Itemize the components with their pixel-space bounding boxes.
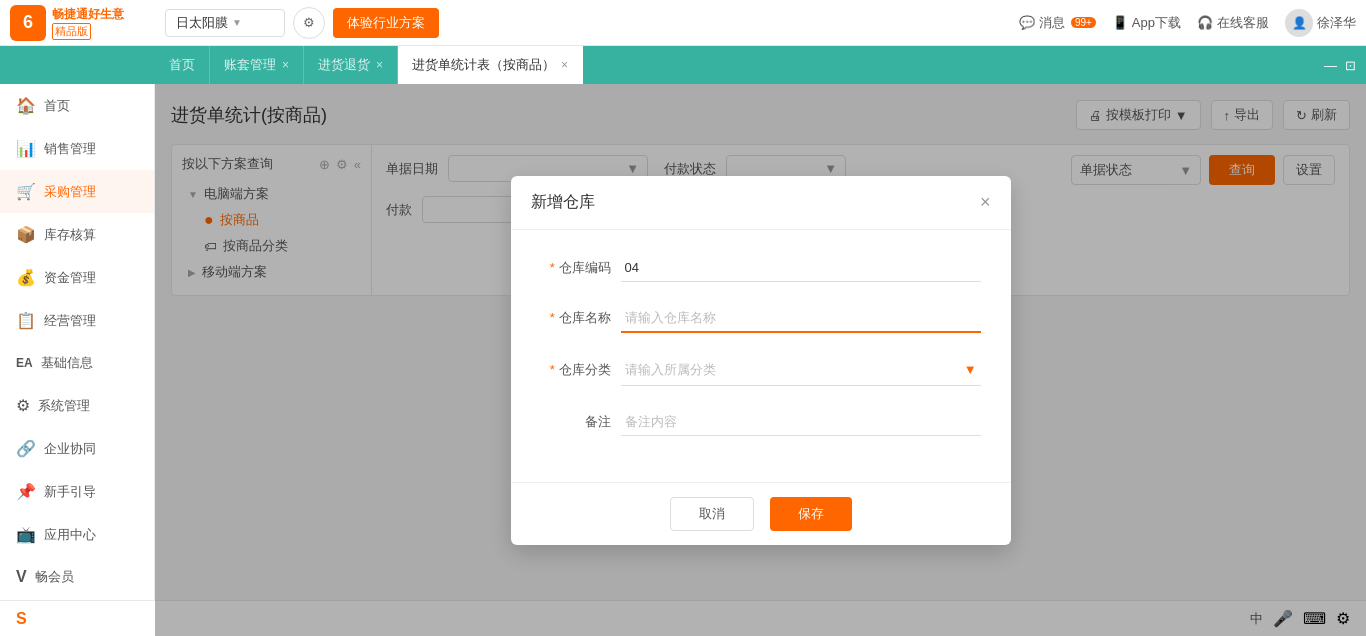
- tab-home[interactable]: 首页: [155, 46, 210, 84]
- form-row-category: * 仓库分类 请输入所属分类 ▼: [541, 355, 981, 386]
- message-badge: 99+: [1071, 17, 1096, 28]
- main-layout: 🏠 首页 📊 销售管理 🛒 采购管理 📦 库存核算 💰 资金管理 📋 经营管理 …: [0, 84, 1366, 636]
- home-icon: 🏠: [16, 96, 36, 115]
- sidebar-item-sales[interactable]: 📊 销售管理: [0, 127, 154, 170]
- logo-text: 畅捷通好生意 精品版: [52, 6, 124, 40]
- tab-minimize-icon[interactable]: —: [1324, 58, 1337, 73]
- form-row-remark: 备注: [541, 408, 981, 436]
- sidebar-item-management[interactable]: 📋 经营管理: [0, 299, 154, 342]
- save-button[interactable]: 保存: [770, 497, 852, 531]
- code-label: * 仓库编码: [541, 259, 621, 277]
- modal-header: 新增仓库 ×: [511, 176, 1011, 230]
- modal-title: 新增仓库: [531, 192, 595, 213]
- guide-icon: 📌: [16, 482, 36, 501]
- sidebar-item-system[interactable]: ⚙ 系统管理: [0, 384, 154, 427]
- content-area: 进货单统计(按商品) 🖨 按模板打印 ▼ ↑ 导出 ↻ 刷新: [155, 84, 1366, 636]
- user-profile-button[interactable]: 👤 徐泽华: [1285, 9, 1356, 37]
- modal-body: * 仓库编码 * 仓库名称: [511, 230, 1011, 482]
- sidebar-item-guide[interactable]: 📌 新手引导: [0, 470, 154, 513]
- management-icon: 📋: [16, 311, 36, 330]
- message-icon: 💬: [1019, 15, 1035, 30]
- cancel-button[interactable]: 取消: [670, 497, 754, 531]
- avatar: 👤: [1285, 9, 1313, 37]
- top-bar: 6 畅捷通好生意 精品版 日太阳膜 ▼ ⚙ 体验行业方案 💬 消息 99+ 📱 …: [0, 0, 1366, 46]
- tab-controls: — ⊡: [1324, 58, 1366, 73]
- remark-input[interactable]: [621, 408, 981, 436]
- gear-icon: ⚙: [303, 15, 315, 30]
- tab-accounts[interactable]: 账套管理 ×: [210, 46, 304, 84]
- tab-close-purchase-stats[interactable]: ×: [561, 58, 568, 72]
- sidebar: 🏠 首页 📊 销售管理 🛒 采购管理 📦 库存核算 💰 资金管理 📋 经营管理 …: [0, 84, 155, 636]
- category-label: * 仓库分类: [541, 361, 621, 379]
- sidebar-item-vip[interactable]: V 畅会员: [0, 556, 154, 598]
- sidebar-item-app-center[interactable]: 📺 应用中心: [0, 513, 154, 556]
- logo-area: 6 畅捷通好生意 精品版: [10, 5, 165, 41]
- logo-icon: 6: [10, 5, 46, 41]
- top-right-actions: 💬 消息 99+ 📱 App下载 🎧 在线客服 👤 徐泽华: [1019, 9, 1356, 37]
- sidebar-item-inventory[interactable]: 📦 库存核算: [0, 213, 154, 256]
- app-download-button[interactable]: 📱 App下载: [1112, 14, 1181, 32]
- warehouse-code-input[interactable]: [621, 254, 981, 282]
- sidebar-item-collaboration[interactable]: 🔗 企业协同: [0, 427, 154, 470]
- sidebar-item-finance[interactable]: 💰 资金管理: [0, 256, 154, 299]
- inventory-icon: 📦: [16, 225, 36, 244]
- trial-button[interactable]: 体验行业方案: [333, 8, 439, 38]
- form-row-name: * 仓库名称: [541, 304, 981, 333]
- modal-footer: 取消 保存: [511, 482, 1011, 545]
- headset-icon: 🎧: [1197, 15, 1213, 30]
- vip-icon: V: [16, 568, 27, 586]
- sidebar-item-basic-info[interactable]: EA 基础信息: [0, 342, 154, 384]
- tab-close-purchase-return[interactable]: ×: [376, 58, 383, 72]
- tab-expand-icon[interactable]: ⊡: [1345, 58, 1356, 73]
- sales-icon: 📊: [16, 139, 36, 158]
- category-dropdown-icon: ▼: [964, 362, 977, 377]
- name-label: * 仓库名称: [541, 309, 621, 327]
- tab-purchase-return[interactable]: 进货退货 ×: [304, 46, 398, 84]
- category-select[interactable]: 请输入所属分类 ▼: [621, 355, 981, 386]
- finance-icon: 💰: [16, 268, 36, 287]
- tab-purchase-stats[interactable]: 进货单统计表（按商品） ×: [398, 46, 583, 84]
- store-selector[interactable]: 日太阳膜 ▼: [165, 9, 285, 37]
- tab-close-accounts[interactable]: ×: [282, 58, 289, 72]
- sidebar-item-purchase[interactable]: 🛒 采购管理: [0, 170, 154, 213]
- messages-button[interactable]: 💬 消息 99+: [1019, 14, 1096, 32]
- phone-icon: 📱: [1112, 15, 1128, 30]
- remark-label: 备注: [541, 413, 621, 431]
- collab-icon: 🔗: [16, 439, 36, 458]
- settings-button[interactable]: ⚙: [293, 7, 325, 39]
- modal-close-button[interactable]: ×: [980, 192, 991, 213]
- online-service-button[interactable]: 🎧 在线客服: [1197, 14, 1269, 32]
- modal-new-warehouse: 新增仓库 × * 仓库编码: [511, 176, 1011, 545]
- form-row-code: * 仓库编码: [541, 254, 981, 282]
- basic-info-icon: EA: [16, 356, 33, 370]
- sidebar-item-home[interactable]: 🏠 首页: [0, 84, 154, 127]
- system-icon: ⚙: [16, 396, 30, 415]
- purchase-icon: 🛒: [16, 182, 36, 201]
- tab-bar: 首页 账套管理 × 进货退货 × 进货单统计表（按商品） × — ⊡: [0, 46, 1366, 84]
- warehouse-name-input[interactable]: [621, 304, 981, 333]
- bottom-logo-icon: S: [16, 610, 27, 628]
- modal-overlay: 新增仓库 × * 仓库编码: [155, 84, 1366, 636]
- app-center-icon: 📺: [16, 525, 36, 544]
- dropdown-arrow-icon: ▼: [232, 17, 242, 28]
